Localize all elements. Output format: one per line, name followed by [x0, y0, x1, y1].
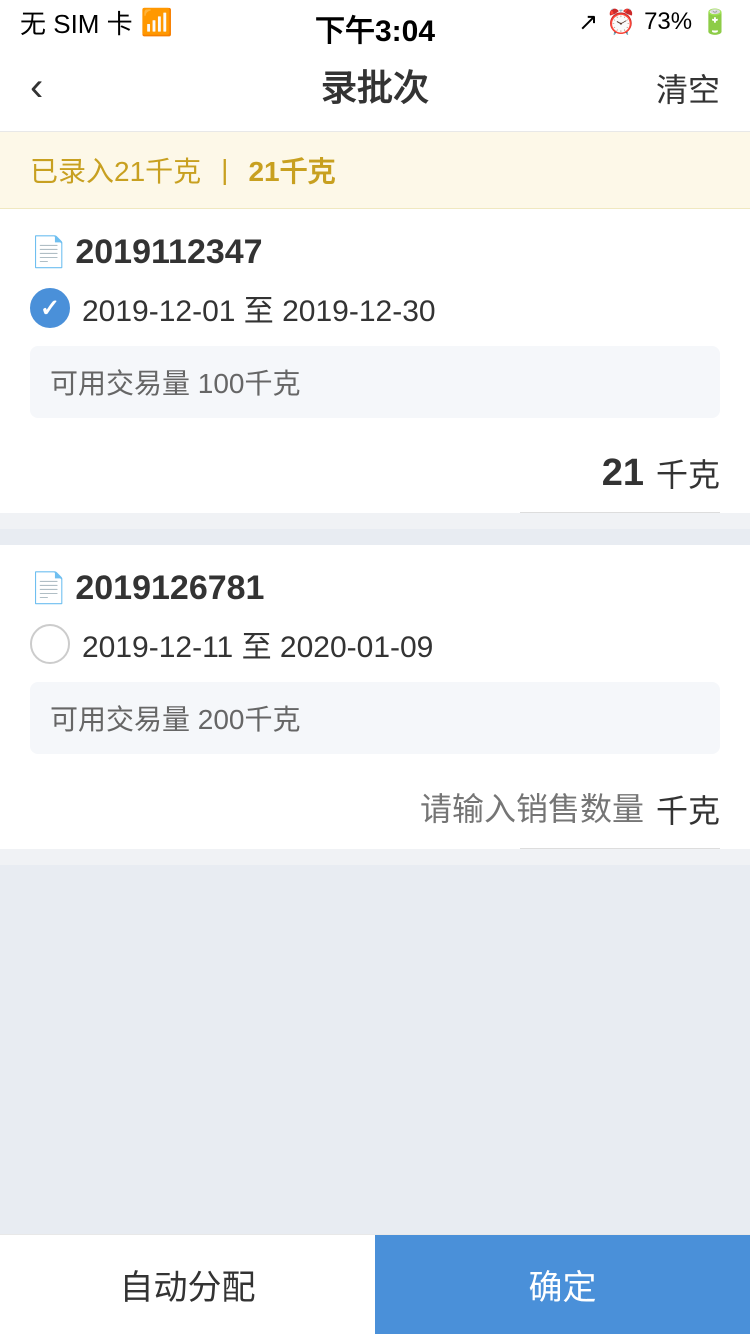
batch1-number: 2019112347 — [75, 233, 262, 272]
batch2-icon: 📄 — [30, 571, 67, 606]
location-icon: ↗ — [578, 8, 598, 37]
batch1-quantity-row: 21 千克 — [0, 434, 750, 512]
batch2-card: 📄 2019126781 2019-12-11 至 2020-01-09 可用交… — [0, 545, 750, 849]
status-bar-left: 无 SIM 卡 📶 — [20, 4, 173, 41]
batch2-radio[interactable] — [30, 624, 70, 664]
bottom-bar: 自动分配 确定 — [0, 1234, 750, 1334]
batch1-card: 📄 2019112347 2019-12-01 至 2019-12-30 可用交… — [0, 209, 750, 513]
status-bar: 无 SIM 卡 📶 下午3:04 ↗ ⏰ 73% 🔋 — [0, 0, 750, 44]
info-label: 已录入21千克 — [30, 150, 201, 190]
batch1-divider — [520, 512, 720, 513]
wifi-icon: 📶 — [141, 7, 173, 38]
batch1-quantity: 21 — [602, 452, 644, 495]
batch2-input-divider — [520, 848, 720, 849]
battery-icon: 🔋 — [700, 8, 730, 37]
auto-distribute-button[interactable]: 自动分配 — [0, 1235, 375, 1334]
batch2-unit: 千克 — [656, 786, 720, 832]
clear-button[interactable]: 清空 — [656, 65, 720, 111]
batch2-header: 📄 2019126781 — [0, 545, 750, 618]
batch2-date: 2019-12-11 至 2020-01-09 — [82, 622, 433, 666]
batch1-icon: 📄 — [30, 235, 67, 270]
empty-area — [0, 865, 750, 1295]
alarm-icon: ⏰ — [606, 8, 636, 37]
batch1-unit: 千克 — [656, 450, 720, 496]
info-banner: 已录入21千克 | 21千克 — [0, 132, 750, 209]
batch1-header: 📄 2019112347 — [0, 209, 750, 282]
info-divider: | — [221, 154, 228, 186]
batch2-available: 可用交易量 200千克 — [30, 682, 720, 754]
confirm-button[interactable]: 确定 — [375, 1235, 750, 1334]
batch1-available: 可用交易量 100千克 — [30, 346, 720, 418]
info-value: 21千克 — [248, 150, 335, 190]
nav-bar: ‹ 录批次 清空 — [0, 44, 750, 132]
back-button[interactable]: ‹ — [30, 65, 43, 110]
page-title: 录批次 — [321, 44, 429, 132]
batch1-radio[interactable] — [30, 288, 70, 328]
batch1-date-row[interactable]: 2019-12-01 至 2019-12-30 — [0, 282, 750, 340]
batch2-quantity-input[interactable] — [344, 791, 644, 828]
battery-text: 73% — [644, 8, 692, 36]
section-divider-1 — [0, 529, 750, 545]
sim-status: 无 SIM 卡 — [20, 4, 133, 41]
batch1-date: 2019-12-01 至 2019-12-30 — [82, 286, 436, 330]
status-bar-right: ↗ ⏰ 73% 🔋 — [578, 8, 730, 37]
batch2-number: 2019126781 — [75, 569, 264, 608]
batch2-date-row[interactable]: 2019-12-11 至 2020-01-09 — [0, 618, 750, 676]
batch2-input-row[interactable]: 千克 — [0, 770, 750, 848]
